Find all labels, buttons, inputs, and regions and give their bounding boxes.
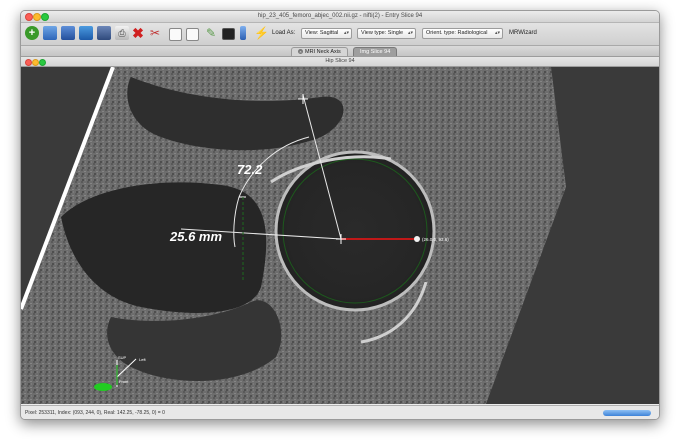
main-toolbar: + ⎙ ✖ ✂ ✎ ⚡ Load As: View: Sagittal ▴▾ Vi… xyxy=(21,23,659,46)
load-as-label: Load As: xyxy=(272,30,296,36)
app-window: hip_23_405_femoro_abjec_002.nii.gz - nif… xyxy=(20,10,660,420)
tab-strip: × MRI Neck Axis Img Slice 94 xyxy=(21,46,659,57)
delete-icon[interactable]: ✖ xyxy=(131,26,145,40)
save-icon[interactable] xyxy=(97,26,111,40)
tab-mri-neck-axis[interactable]: × MRI Neck Axis xyxy=(291,47,348,56)
panel-icon[interactable] xyxy=(186,28,199,41)
femoral-head xyxy=(274,150,436,312)
orientation-front-label: Front xyxy=(119,379,129,384)
import-icon[interactable] xyxy=(79,26,93,40)
wand-icon[interactable]: ⚡ xyxy=(254,26,269,40)
subwindow-title: Hip Slice 94 xyxy=(325,58,355,64)
status-bar: Pixel: 253311, Index: (093, 244, 0), Rea… xyxy=(21,405,659,419)
measure-icon[interactable]: ✎ xyxy=(204,26,218,40)
subwindow-title-bar: Hip Slice 94 xyxy=(21,57,659,67)
view-type-select[interactable]: View type: Single ▴▾ xyxy=(357,28,416,39)
distance-label: 25.6 mm xyxy=(169,229,222,244)
print-icon[interactable]: ⎙ xyxy=(115,26,129,40)
orientation-sup-label: SUP xyxy=(118,355,127,360)
measure-endpoint[interactable] xyxy=(414,236,420,242)
tab-img-slice[interactable]: Img Slice 94 xyxy=(353,47,398,56)
orient-type-select[interactable]: Orient. type: Radiological ▴▾ xyxy=(422,28,503,39)
orient-type-select-value: Orient. type: Radiological xyxy=(426,30,488,36)
tab-label: MRI Neck Axis xyxy=(305,49,341,55)
chevron-down-icon: ▴▾ xyxy=(407,30,413,36)
clear-icon[interactable]: ✂ xyxy=(148,26,162,40)
ruler-icon[interactable] xyxy=(240,26,246,40)
view-select-value: View: Sagittal xyxy=(305,30,339,36)
add-icon[interactable]: + xyxy=(25,26,39,40)
status-text: Pixel: 253311, Index: (093, 244, 0), Rea… xyxy=(25,410,165,416)
orientation-marker xyxy=(94,383,112,391)
mri-canvas[interactable]: 72.2 25.6 mm (26.0,0, 93.6) SUP Left Fro… xyxy=(21,67,659,404)
angle-label: 72.2 xyxy=(237,162,263,177)
view-select[interactable]: View: Sagittal ▴▾ xyxy=(301,28,352,39)
tab-label: Img Slice 94 xyxy=(360,49,391,55)
view-type-select-value: View type: Single xyxy=(361,30,404,36)
panel-icon[interactable] xyxy=(169,28,182,41)
title-bar: hip_23_405_femoro_abjec_002.nii.gz - nif… xyxy=(21,11,659,23)
window-title: hip_23_405_femoro_abjec_002.nii.gz - nif… xyxy=(257,13,423,19)
folder-icon[interactable] xyxy=(43,26,57,40)
mrwizard-button[interactable]: MRWizard xyxy=(509,28,537,39)
progress-indicator xyxy=(603,410,651,416)
chevron-down-icon: ▴▾ xyxy=(343,30,349,36)
image-viewer[interactable]: 72.2 25.6 mm (26.0,0, 93.6) SUP Left Fro… xyxy=(21,67,659,404)
coordinate-label: (26.0,0, 93.6) xyxy=(422,237,449,242)
chevron-down-icon: ▴▾ xyxy=(494,30,500,36)
close-tab-icon[interactable]: × xyxy=(298,49,303,55)
orientation-left-label: Left xyxy=(139,357,147,362)
open-icon[interactable] xyxy=(61,26,75,40)
terminal-icon[interactable] xyxy=(222,28,235,40)
